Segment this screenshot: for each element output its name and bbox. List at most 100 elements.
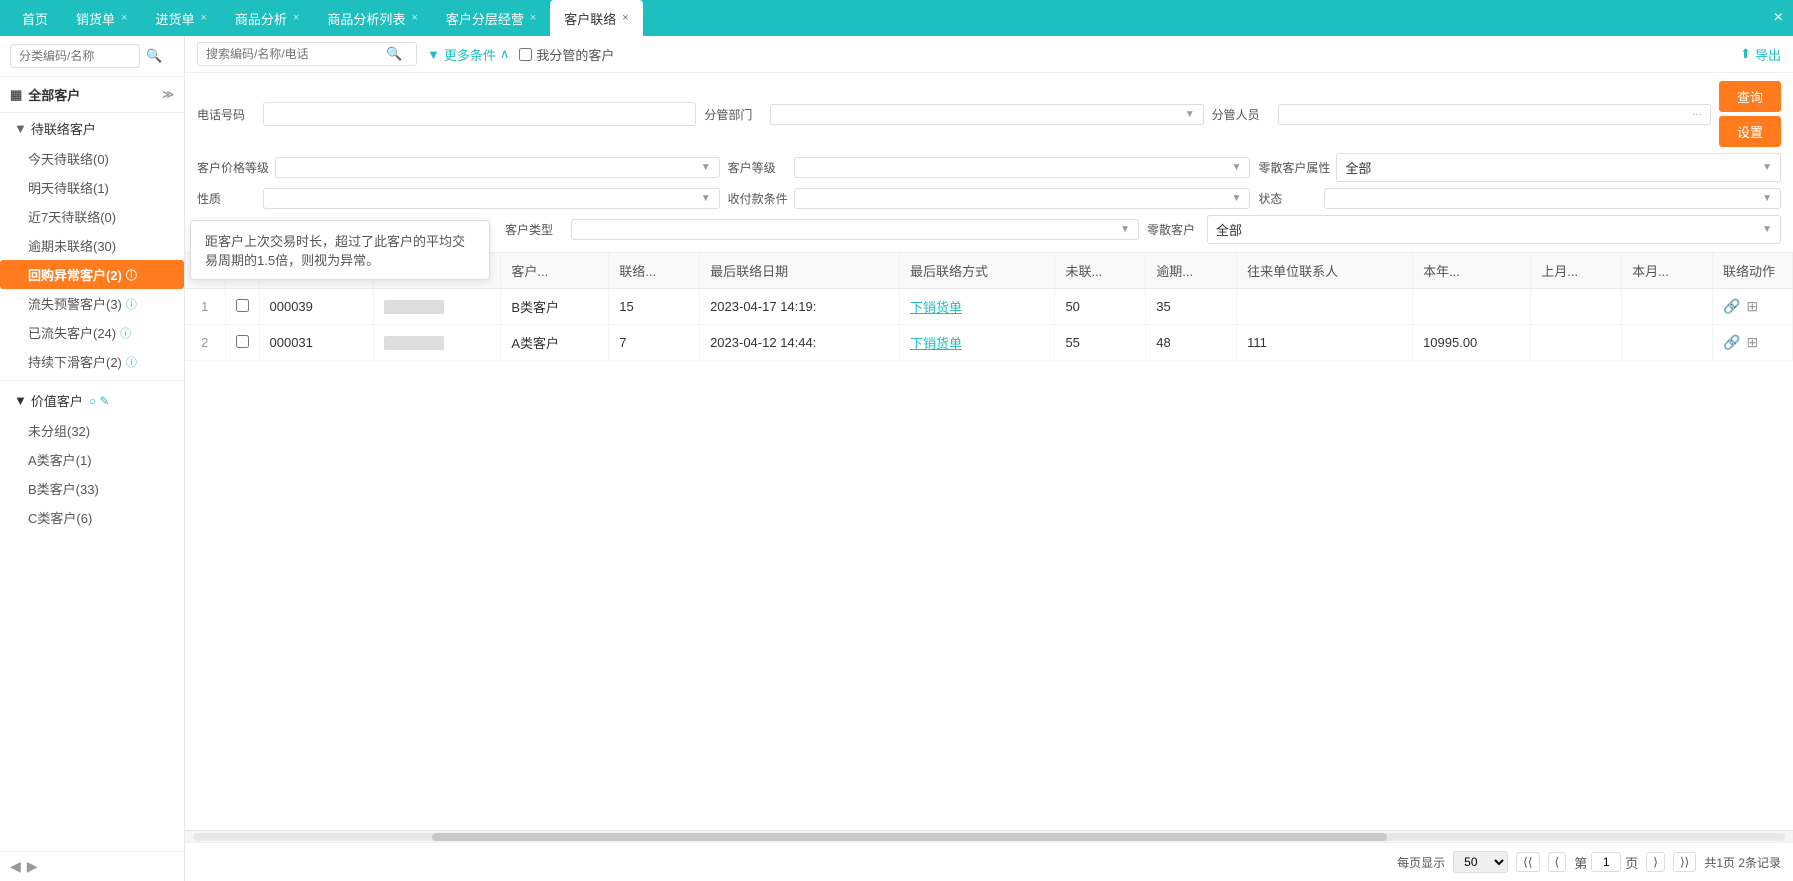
pending-group-title[interactable]: ▼ 待联络客户 xyxy=(0,113,184,144)
row1-last-contact-method[interactable]: 下销货单 xyxy=(910,300,962,315)
toolbar-search-icon[interactable]: 🔍 xyxy=(386,46,402,62)
sidebar-item-lost[interactable]: 已流失客户(24) ⓘ xyxy=(0,318,184,347)
export-button[interactable]: ⬆ 导出 xyxy=(1740,45,1781,64)
payment-select[interactable]: ▼ xyxy=(794,188,1251,209)
status-select[interactable]: ▼ xyxy=(1324,188,1781,209)
sidebar-item-7days[interactable]: 近7天待联络(0) xyxy=(0,202,184,231)
close-analysis-list-icon[interactable]: × xyxy=(411,12,417,24)
col-contact-person-header[interactable]: 往来单位联系人 xyxy=(1237,253,1413,289)
filter-customer-level: 客户等级 ▼ xyxy=(728,157,1251,178)
retail-customer-select[interactable]: 全部 ▼ xyxy=(1207,215,1781,244)
declining-info-icon[interactable]: ⓘ xyxy=(126,354,137,370)
toolbar: 🔍 ▼ 更多条件 ∧ 我分管的客户 ⬆ 导出 xyxy=(185,36,1793,73)
pending-triangle-icon: ▼ xyxy=(14,121,27,136)
row1-link-icon[interactable]: 🔗 xyxy=(1723,298,1740,315)
row2-checkbox[interactable] xyxy=(236,335,249,348)
value-group-title[interactable]: ▼ 价值客户 ○ ✎ xyxy=(0,385,184,416)
row1-unlisted: 50 xyxy=(1065,299,1079,314)
page-input[interactable] xyxy=(1591,852,1621,872)
phone-label: 电话号码 xyxy=(197,106,257,123)
horizontal-scrollbar[interactable] xyxy=(185,830,1793,842)
row2-annual-cell: 10995.00 xyxy=(1413,325,1531,361)
collapse-icon[interactable]: ≫ xyxy=(162,88,174,101)
sidebar-item-overdue[interactable]: 逾期未联络(30) xyxy=(0,231,184,260)
nav-item-analysis-list[interactable]: 商品分析列表 × xyxy=(313,0,431,36)
more-conditions-btn[interactable]: ▼ 更多条件 ∧ xyxy=(427,45,509,64)
col-annual-header[interactable]: 本年... xyxy=(1413,253,1531,289)
my-customers-checkbox[interactable] xyxy=(519,48,532,61)
first-page-button[interactable]: ⟨⟨ xyxy=(1516,852,1539,872)
close-all-tabs-button[interactable]: × xyxy=(1774,9,1783,27)
toolbar-search-input[interactable] xyxy=(206,47,386,61)
col-contact-count-header[interactable]: 联络... xyxy=(609,253,700,289)
nav-item-home[interactable]: 首页 xyxy=(8,0,62,36)
sidebar-item-today[interactable]: 今天待联络(0) xyxy=(0,144,184,173)
close-analysis-icon[interactable]: × xyxy=(293,12,299,24)
close-purchase-icon[interactable]: × xyxy=(200,12,206,24)
sidebar-item-unclassified[interactable]: 未分组(32) xyxy=(0,416,184,445)
sidebar-item-b-class[interactable]: B类客户(33) xyxy=(0,474,184,503)
retail-attr-select[interactable]: 全部 ▼ xyxy=(1336,153,1781,182)
loss-warning-info-icon[interactable]: ⓘ xyxy=(126,296,137,312)
grid-icon: ▦ xyxy=(10,87,22,103)
prev-page-button[interactable]: ⟨ xyxy=(1548,852,1567,872)
customer-price-select[interactable]: ▼ xyxy=(275,157,720,178)
sidebar-scroll-left-icon[interactable]: ◀ xyxy=(10,858,21,875)
col-last-contact-method-header[interactable]: 最后联络方式 xyxy=(899,253,1055,289)
lost-info-icon[interactable]: ⓘ xyxy=(120,325,131,341)
nav-item-sales[interactable]: 销货单 × xyxy=(62,0,141,36)
gender-select[interactable]: ▼ xyxy=(263,188,720,209)
sidebar-item-tomorrow[interactable]: 明天待联络(1) xyxy=(0,173,184,202)
filter-customer-type: 客户类型 ▼ xyxy=(505,219,1139,240)
sidebar-all-customers[interactable]: ▦ 全部客户 ≫ xyxy=(0,77,184,113)
row2-link-icon[interactable]: 🔗 xyxy=(1723,334,1740,351)
nav-item-customer-contact[interactable]: 客户联络 × xyxy=(550,0,642,36)
col-last-month-header[interactable]: 上月... xyxy=(1531,253,1622,289)
row2-this-month-cell xyxy=(1622,325,1713,361)
row1-checkbox[interactable] xyxy=(236,299,249,312)
row1-last-month-cell xyxy=(1531,289,1622,325)
phone-input[interactable] xyxy=(263,102,696,126)
close-customer-contact-icon[interactable]: × xyxy=(622,12,628,24)
sidebar-item-a-class[interactable]: A类客户(1) xyxy=(0,445,184,474)
col-unlisted-header[interactable]: 未联... xyxy=(1055,253,1146,289)
per-page-select[interactable]: 50 20 100 xyxy=(1453,851,1508,873)
col-customer-type-label: 客户... xyxy=(511,264,548,279)
next-page-button[interactable]: ⟩ xyxy=(1646,852,1665,872)
col-last-contact-date-header[interactable]: 最后联络日期 xyxy=(700,253,900,289)
branch-person-select[interactable]: ··· xyxy=(1278,104,1711,125)
col-customer-type-header[interactable]: 客户... xyxy=(501,253,609,289)
last-page-button[interactable]: ⟩⟩ xyxy=(1673,852,1696,872)
nav-item-purchase[interactable]: 进货单 × xyxy=(141,0,220,36)
close-customer-tier-icon[interactable]: × xyxy=(530,12,536,24)
row2-index-value: 2 xyxy=(201,335,208,350)
repurchase-info-icon[interactable]: ⓘ xyxy=(126,267,137,283)
settings-button[interactable]: 设置 xyxy=(1719,116,1781,147)
query-button[interactable]: 查询 xyxy=(1719,81,1781,112)
nav-item-customer-tier[interactable]: 客户分层经营 × xyxy=(432,0,550,36)
sidebar-item-loss-warning[interactable]: 流失预警客户(3) ⓘ xyxy=(0,289,184,318)
sidebar-scroll-right-icon[interactable]: ▶ xyxy=(27,858,38,875)
sidebar-search-input[interactable] xyxy=(10,44,140,68)
branch-dept-select[interactable]: ▼ xyxy=(770,104,1203,125)
customer-level-select[interactable]: ▼ xyxy=(794,157,1251,178)
nav-item-analysis[interactable]: 商品分析 × xyxy=(221,0,313,36)
filter-row-2: 客户价格等级 ▼ 客户等级 ▼ 零散客户属性 全部 ▼ xyxy=(197,153,1781,182)
row1-grid-icon[interactable]: ⊞ xyxy=(1746,298,1758,315)
sidebar-item-declining[interactable]: 持续下滑客户(2) ⓘ xyxy=(0,347,184,376)
status-arrow-icon: ▼ xyxy=(1762,193,1772,204)
col-this-month-header[interactable]: 本月... xyxy=(1622,253,1713,289)
sidebar-item-repurchase[interactable]: 回购异常客户(2) ⓘ xyxy=(0,260,184,289)
row2-grid-icon[interactable]: ⊞ xyxy=(1746,334,1758,351)
close-sales-icon[interactable]: × xyxy=(121,12,127,24)
retail-attr-arrow-icon: ▼ xyxy=(1762,162,1772,173)
sidebar-search-icon[interactable]: 🔍 xyxy=(146,48,162,64)
value-group-edit-icons[interactable]: ○ ✎ xyxy=(89,394,110,408)
payment-label: 收付款条件 xyxy=(728,190,788,207)
retail-customer-arrow-icon: ▼ xyxy=(1762,224,1772,235)
customer-type-select[interactable]: ▼ xyxy=(571,219,1139,240)
row1-code: 000039 xyxy=(270,299,313,314)
row2-last-contact-method[interactable]: 下销货单 xyxy=(910,336,962,351)
col-overdue-header[interactable]: 逾期... xyxy=(1146,253,1237,289)
sidebar-item-c-class[interactable]: C类客户(6) xyxy=(0,503,184,532)
